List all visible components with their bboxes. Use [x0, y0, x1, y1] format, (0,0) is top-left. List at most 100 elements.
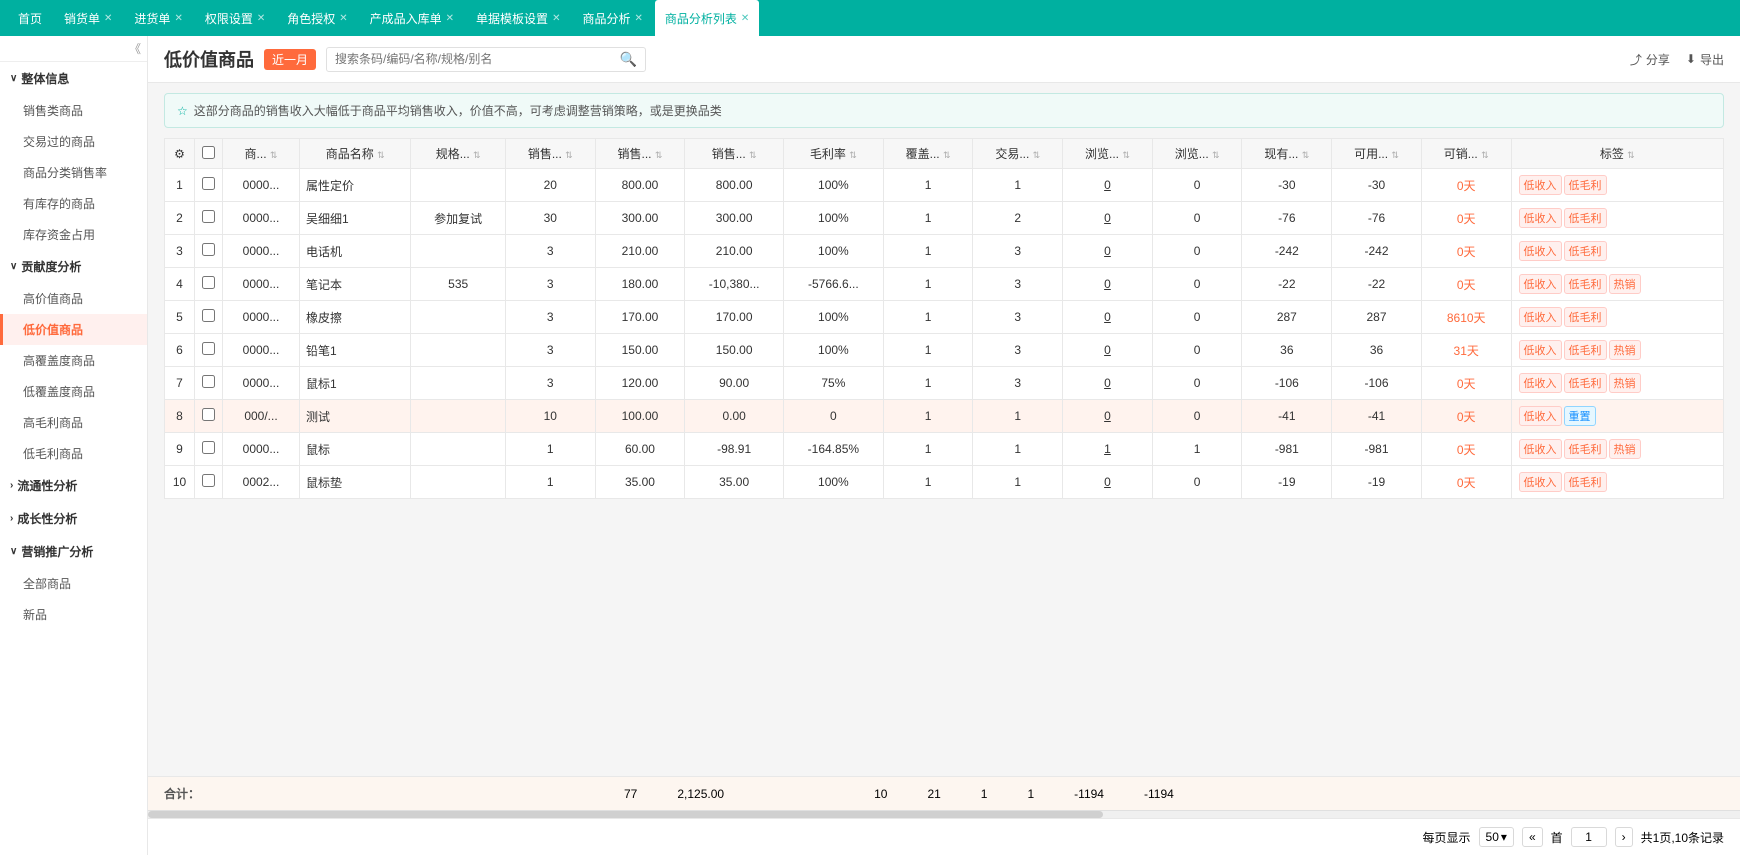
row-checkbox[interactable]: [202, 474, 215, 487]
th-sales1[interactable]: 销售... ⇅: [505, 139, 595, 169]
table-row[interactable]: 7 0000... 鼠标1 3 120.00 90.00 75% 1 3 0 0…: [165, 367, 1724, 400]
sidebar-item-category-sales[interactable]: 商品分类销售率: [0, 157, 147, 188]
share-button[interactable]: ⤴ 分享: [1630, 51, 1670, 68]
table-row[interactable]: 10 0002... 鼠标垫 1 35.00 35.00 100% 1 1 0 …: [165, 466, 1724, 499]
row-checkbox[interactable]: [202, 243, 215, 256]
nav-sales-close[interactable]: ✕: [104, 13, 112, 24]
sidebar-item-all-products[interactable]: 全部商品: [0, 568, 147, 599]
td-browse1[interactable]: 0: [1063, 400, 1153, 433]
td-browse1[interactable]: 0: [1063, 202, 1153, 235]
td-browse1[interactable]: 0: [1063, 367, 1153, 400]
nav-template[interactable]: 单据模板设置 ✕: [466, 0, 570, 36]
td-check[interactable]: [195, 202, 223, 235]
nav-home[interactable]: 首页: [8, 0, 52, 36]
sidebar-item-stocked-products[interactable]: 有库存的商品: [0, 188, 147, 219]
td-check[interactable]: [195, 400, 223, 433]
td-browse1[interactable]: 1: [1063, 433, 1153, 466]
nav-permission-close[interactable]: ✕: [257, 13, 265, 24]
sidebar-item-sales-products[interactable]: 销售类商品: [0, 95, 147, 126]
sidebar-group-overall[interactable]: ∨ 整体信息: [0, 62, 147, 95]
table-row[interactable]: 4 0000... 笔记本 535 3 180.00 -10,380... -5…: [165, 268, 1724, 301]
nav-role-close[interactable]: ✕: [339, 13, 347, 24]
th-sales2[interactable]: 销售... ⇅: [595, 139, 685, 169]
table-row[interactable]: 9 0000... 鼠标 1 60.00 -98.91 -164.85% 1 1…: [165, 433, 1724, 466]
th-name[interactable]: 商品名称 ⇅: [300, 139, 411, 169]
th-stock2[interactable]: 可用... ⇅: [1332, 139, 1422, 169]
table-row[interactable]: 3 0000... 电话机 3 210.00 210.00 100% 1 3 0…: [165, 235, 1724, 268]
sidebar-item-high-margin[interactable]: 高毛利商品: [0, 407, 147, 438]
nav-analysis-list[interactable]: 商品分析列表 ✕: [655, 0, 759, 36]
sidebar-group-circulation[interactable]: › 流通性分析: [0, 469, 147, 502]
sidebar-item-new-products[interactable]: 新品: [0, 599, 147, 630]
nav-warehouse-close[interactable]: ✕: [446, 13, 454, 24]
th-browse2[interactable]: 浏览... ⇅: [1152, 139, 1242, 169]
nav-purchase[interactable]: 进货单 ✕: [124, 0, 192, 36]
sidebar-item-stock-fund[interactable]: 库存资金占用: [0, 219, 147, 250]
browse1-link[interactable]: 0: [1104, 244, 1111, 258]
th-tags[interactable]: 标签 ⇅: [1511, 139, 1723, 169]
table-row[interactable]: 1 0000... 属性定价 20 800.00 800.00 100% 1 1…: [165, 169, 1724, 202]
td-browse1[interactable]: 0: [1063, 301, 1153, 334]
row-checkbox[interactable]: [202, 441, 215, 454]
row-checkbox[interactable]: [202, 408, 215, 421]
browse1-link[interactable]: 0: [1104, 178, 1111, 192]
sidebar-item-high-value[interactable]: 高价值商品: [0, 283, 147, 314]
sidebar-item-traded-products[interactable]: 交易过的商品: [0, 126, 147, 157]
page-next-btn[interactable]: ›: [1615, 827, 1633, 847]
sidebar-group-marketing[interactable]: ∨ 营销推广分析: [0, 535, 147, 568]
th-margin[interactable]: 毛利率 ⇅: [784, 139, 884, 169]
td-browse1[interactable]: 0: [1063, 235, 1153, 268]
browse1-link[interactable]: 0: [1104, 310, 1111, 324]
nav-analysis-list-close[interactable]: ✕: [741, 13, 749, 24]
sidebar-group-growth[interactable]: › 成长性分析: [0, 502, 147, 535]
browse1-link[interactable]: 0: [1104, 277, 1111, 291]
nav-warehouse[interactable]: 产成品入库单 ✕: [360, 0, 464, 36]
nav-sales[interactable]: 销货单 ✕: [54, 0, 122, 36]
page-size-selector[interactable]: 50 ▾: [1479, 827, 1514, 847]
page-input[interactable]: [1571, 827, 1607, 847]
td-check[interactable]: [195, 367, 223, 400]
td-check[interactable]: [195, 268, 223, 301]
th-check[interactable]: [195, 139, 223, 169]
td-check[interactable]: [195, 466, 223, 499]
td-check[interactable]: [195, 433, 223, 466]
table-row[interactable]: 2 0000... 吴细细1 参加复试 30 300.00 300.00 100…: [165, 202, 1724, 235]
page-first-btn[interactable]: «: [1522, 827, 1543, 847]
browse1-link[interactable]: 0: [1104, 409, 1111, 423]
row-checkbox[interactable]: [202, 177, 215, 190]
browse1-link[interactable]: 0: [1104, 343, 1111, 357]
table-row[interactable]: 5 0000... 橡皮擦 3 170.00 170.00 100% 1 3 0…: [165, 301, 1724, 334]
table-row[interactable]: 8 000/... 测试 10 100.00 0.00 0 1 1 0 0 -4…: [165, 400, 1724, 433]
nav-role[interactable]: 角色授权 ✕: [277, 0, 357, 36]
nav-template-close[interactable]: ✕: [552, 13, 560, 24]
browse1-link[interactable]: 0: [1104, 211, 1111, 225]
th-spec[interactable]: 规格... ⇅: [411, 139, 506, 169]
search-box[interactable]: 🔍: [326, 47, 646, 72]
browse1-link[interactable]: 1: [1104, 442, 1111, 456]
td-check[interactable]: [195, 235, 223, 268]
th-days[interactable]: 可销... ⇅: [1421, 139, 1511, 169]
td-check[interactable]: [195, 334, 223, 367]
td-check[interactable]: [195, 169, 223, 202]
th-trans[interactable]: 交易... ⇅: [973, 139, 1063, 169]
sidebar-item-low-coverage[interactable]: 低覆盖度商品: [0, 376, 147, 407]
nav-purchase-close[interactable]: ✕: [174, 13, 182, 24]
search-input[interactable]: [335, 52, 615, 66]
export-button[interactable]: ⬇ 导出: [1686, 51, 1724, 68]
sidebar-collapse-btn[interactable]: 《: [0, 36, 147, 62]
th-gear[interactable]: ⚙: [165, 139, 195, 169]
sidebar-item-high-coverage[interactable]: 高覆盖度商品: [0, 345, 147, 376]
th-browse1[interactable]: 浏览... ⇅: [1063, 139, 1153, 169]
table-container[interactable]: ⚙ 商... ⇅ 商品名称 ⇅ 规格... ⇅ 销售... ⇅ 销售... ⇅ …: [148, 128, 1740, 776]
browse1-link[interactable]: 0: [1104, 475, 1111, 489]
sidebar-item-low-margin[interactable]: 低毛利商品: [0, 438, 147, 469]
browse1-link[interactable]: 0: [1104, 376, 1111, 390]
nav-analysis[interactable]: 商品分析 ✕: [572, 0, 652, 36]
td-check[interactable]: [195, 301, 223, 334]
th-sales3[interactable]: 销售... ⇅: [685, 139, 784, 169]
nav-analysis-close[interactable]: ✕: [634, 13, 642, 24]
select-all-checkbox[interactable]: [202, 146, 215, 159]
row-checkbox[interactable]: [202, 309, 215, 322]
row-checkbox[interactable]: [202, 276, 215, 289]
row-checkbox[interactable]: [202, 342, 215, 355]
